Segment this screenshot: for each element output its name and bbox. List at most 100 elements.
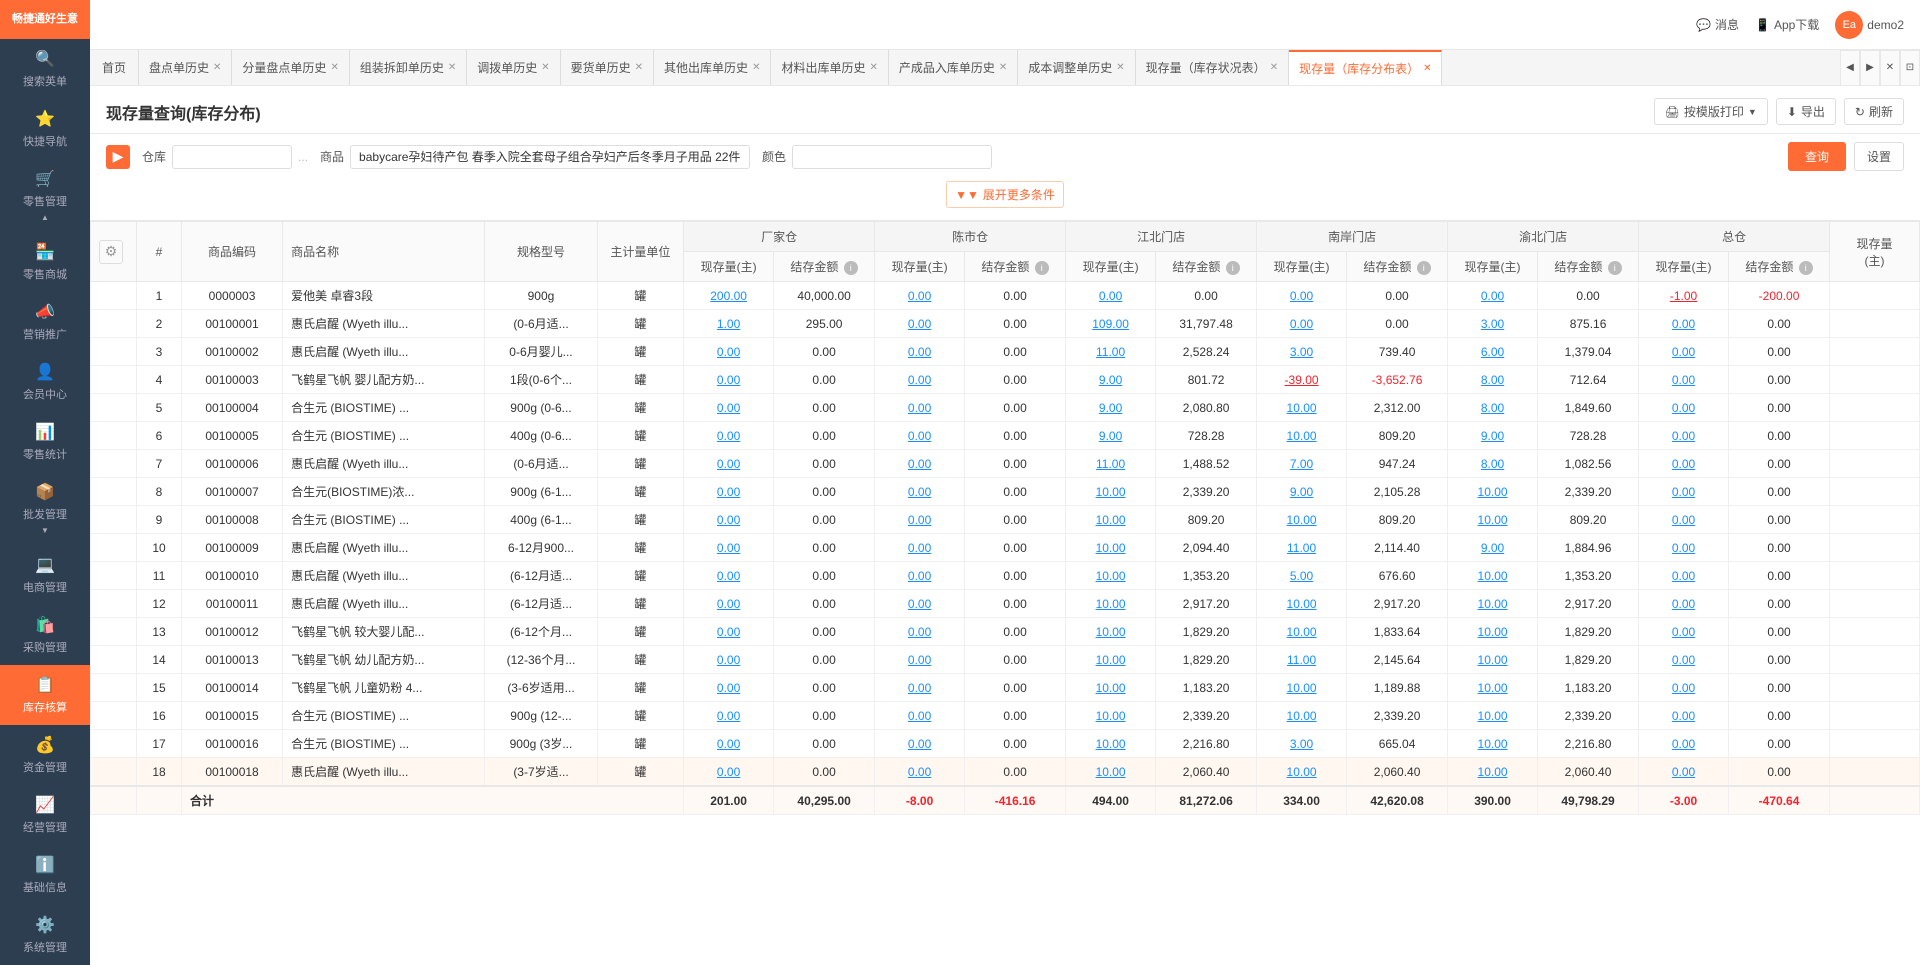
cell-index: 9	[137, 506, 182, 534]
tab-other-outbound[interactable]: 其他出库单历史 ✕	[654, 50, 771, 86]
chart-icon: 📊	[35, 422, 55, 442]
cell-checkbox	[91, 590, 137, 618]
app-download-btn[interactable]: 📱 App下载	[1755, 16, 1819, 33]
sidebar-item-label: 基础信息	[23, 879, 67, 895]
message-btn[interactable]: 💬 消息	[1696, 16, 1739, 33]
warehouse-input[interactable]	[172, 145, 292, 169]
sidebar-item-system[interactable]: ⚙️ 系统管理	[0, 905, 90, 965]
filter-area: ▶ 仓库 ... 商品 颜色 查询 设置 ▼▼ 展开更多条件	[90, 134, 1920, 221]
tab-close-icon[interactable]: ✕	[448, 62, 456, 73]
cell-checkbox	[91, 758, 137, 787]
cell-factory-amt: 0.00	[774, 590, 875, 618]
sidebar-item-ecommerce[interactable]: 💻 电商管理	[0, 545, 90, 605]
cell-current-qty	[1830, 674, 1920, 702]
cell-name: 合生元(BIOSTIME)浓...	[283, 478, 485, 506]
tab-close-active-icon[interactable]: ✕	[1423, 63, 1431, 74]
cell-jiangbei-qty: 10.00	[1066, 618, 1156, 646]
tab-cost-adjust[interactable]: 成本调整单历史 ✕	[1018, 50, 1135, 86]
cell-chenshi-amt: 0.00	[965, 674, 1066, 702]
tab-close-icon[interactable]: ✕	[330, 62, 338, 73]
cell-jiangbei-amt: 1,183.20	[1156, 674, 1257, 702]
refresh-btn[interactable]: ↻ 刷新	[1844, 98, 1904, 125]
cell-unit: 罐	[597, 506, 684, 534]
tab-expand-btn[interactable]: ⊡	[1900, 50, 1920, 86]
table-row: 12 00100011 惠氏启醒 (Wyeth illu... (6-12月适.…	[91, 590, 1920, 618]
cell-checkbox	[91, 478, 137, 506]
chenshi-amt-info[interactable]: i	[1035, 261, 1049, 275]
tab-close-icon[interactable]: ✕	[541, 62, 549, 73]
cell-code: 0000003	[181, 282, 282, 310]
cell-nanan-qty: 0.00	[1257, 310, 1347, 338]
cell-factory-qty: 1.00	[684, 310, 774, 338]
sidebar-item-wholesale[interactable]: 📦 批发管理 ▼	[0, 472, 90, 545]
export-btn[interactable]: ⬇ 导出	[1776, 98, 1836, 125]
sidebar-item-retail-store[interactable]: 🏪 零售商城	[0, 232, 90, 292]
cell-factory-qty: 200.00	[684, 282, 774, 310]
tab-stock-status[interactable]: 现存量（库存状况表） ✕	[1136, 50, 1289, 86]
tab-close-icon[interactable]: ✕	[1116, 62, 1124, 73]
factory-amt-info[interactable]: i	[844, 261, 858, 275]
nanan-amt-info[interactable]: i	[1417, 261, 1431, 275]
footer-factory-amt: 40,295.00	[774, 786, 875, 815]
query-btn[interactable]: 查询	[1788, 142, 1846, 171]
tab-close-icon[interactable]: ✕	[635, 62, 643, 73]
sidebar-item-search[interactable]: 🔍 搜索英单	[0, 39, 90, 99]
cell-total-qty: 0.00	[1639, 310, 1729, 338]
print-btn[interactable]: 🖨 按模版打印 ▼	[1654, 98, 1768, 125]
cell-total-amt: 0.00	[1728, 478, 1829, 506]
yubei-amt-info[interactable]: i	[1608, 261, 1622, 275]
sidebar-item-members[interactable]: 👤 会员中心	[0, 352, 90, 412]
chevron-down-icon: ▼	[41, 526, 49, 535]
sidebar-item-operations[interactable]: 📈 经营管理	[0, 785, 90, 845]
total-amt-info[interactable]: i	[1799, 261, 1813, 275]
cell-chenshi-qty: 0.00	[875, 618, 965, 646]
info-icon: ℹ️	[35, 855, 55, 875]
sidebar-item-label: 批发管理	[23, 506, 67, 522]
filter-toggle-btn[interactable]: ▶	[106, 145, 130, 169]
tab-close-icon[interactable]: ✕	[999, 62, 1007, 73]
user-profile-btn[interactable]: Ea demo2	[1835, 11, 1904, 39]
tab-finished-inbound[interactable]: 产成品入库单历史 ✕	[889, 50, 1018, 86]
sidebar-item-finance[interactable]: 💰 资金管理	[0, 725, 90, 785]
gear-icon: ⚙️	[35, 915, 55, 935]
gear-button[interactable]: ⚙	[99, 240, 123, 264]
export-icon: ⬇	[1787, 105, 1797, 119]
tab-next-btn[interactable]: ▶	[1860, 50, 1880, 86]
expand-conditions-btn[interactable]: ▼▼ 展开更多条件	[946, 181, 1064, 208]
cell-nanan-qty: 3.00	[1257, 338, 1347, 366]
sidebar-item-basic-info[interactable]: ℹ️ 基础信息	[0, 845, 90, 905]
settings-btn[interactable]: 设置	[1854, 142, 1904, 171]
tab-stock-distribution[interactable]: 现存量（库存分布表） ✕	[1289, 50, 1442, 86]
tab-close-icon[interactable]: ✕	[213, 62, 221, 73]
cell-index: 1	[137, 282, 182, 310]
tab-close-icon[interactable]: ✕	[869, 62, 877, 73]
tab-transfer-history[interactable]: 调拨单历史 ✕	[467, 50, 560, 86]
sidebar-item-quicknav[interactable]: ⭐ 快捷导航	[0, 99, 90, 159]
cell-current-qty	[1830, 506, 1920, 534]
sidebar-item-purchase[interactable]: 🛍️ 采购管理	[0, 605, 90, 665]
cell-nanan-qty: 10.00	[1257, 422, 1347, 450]
export-label: 导出	[1801, 103, 1825, 120]
tab-close-icon[interactable]: ✕	[1270, 62, 1278, 73]
sidebar-item-marketing[interactable]: 📣 营销推广	[0, 292, 90, 352]
tab-close-all-btn[interactable]: ✕	[1880, 50, 1900, 86]
tab-partstock-history[interactable]: 分量盘点单历史 ✕	[232, 50, 349, 86]
sidebar-item-inventory[interactable]: 📋 库存核算	[0, 665, 90, 725]
table-container[interactable]: ⚙ # 商品编码 商品名称 规格型号 主计量单位 厂家仓 陈市仓 江北门店 南岸…	[90, 221, 1920, 965]
tab-prev-btn[interactable]: ◀	[1840, 50, 1860, 86]
warehouse-ellipsis[interactable]: ...	[298, 150, 308, 164]
tab-assembly-history[interactable]: 组装拆卸单历史 ✕	[350, 50, 467, 86]
cell-chenshi-qty: 0.00	[875, 394, 965, 422]
tab-requisition-history[interactable]: 要货单历史 ✕	[561, 50, 654, 86]
sidebar-item-retail-mgmt[interactable]: 🛒 零售管理 ▲	[0, 159, 90, 232]
jiangbei-amt-info[interactable]: i	[1226, 261, 1240, 275]
tab-stocktake-history[interactable]: 盘点单历史 ✕	[139, 50, 232, 86]
goods-input[interactable]	[350, 145, 750, 169]
tab-material-outbound[interactable]: 材料出库单历史 ✕	[771, 50, 888, 86]
tab-close-icon[interactable]: ✕	[752, 62, 760, 73]
sidebar-item-retail-stats[interactable]: 📊 零售统计	[0, 412, 90, 472]
color-input[interactable]	[792, 145, 992, 169]
cell-yubei-amt: 1,082.56	[1537, 450, 1638, 478]
cell-chenshi-amt: 0.00	[965, 450, 1066, 478]
tab-home[interactable]: 首页	[90, 50, 139, 86]
